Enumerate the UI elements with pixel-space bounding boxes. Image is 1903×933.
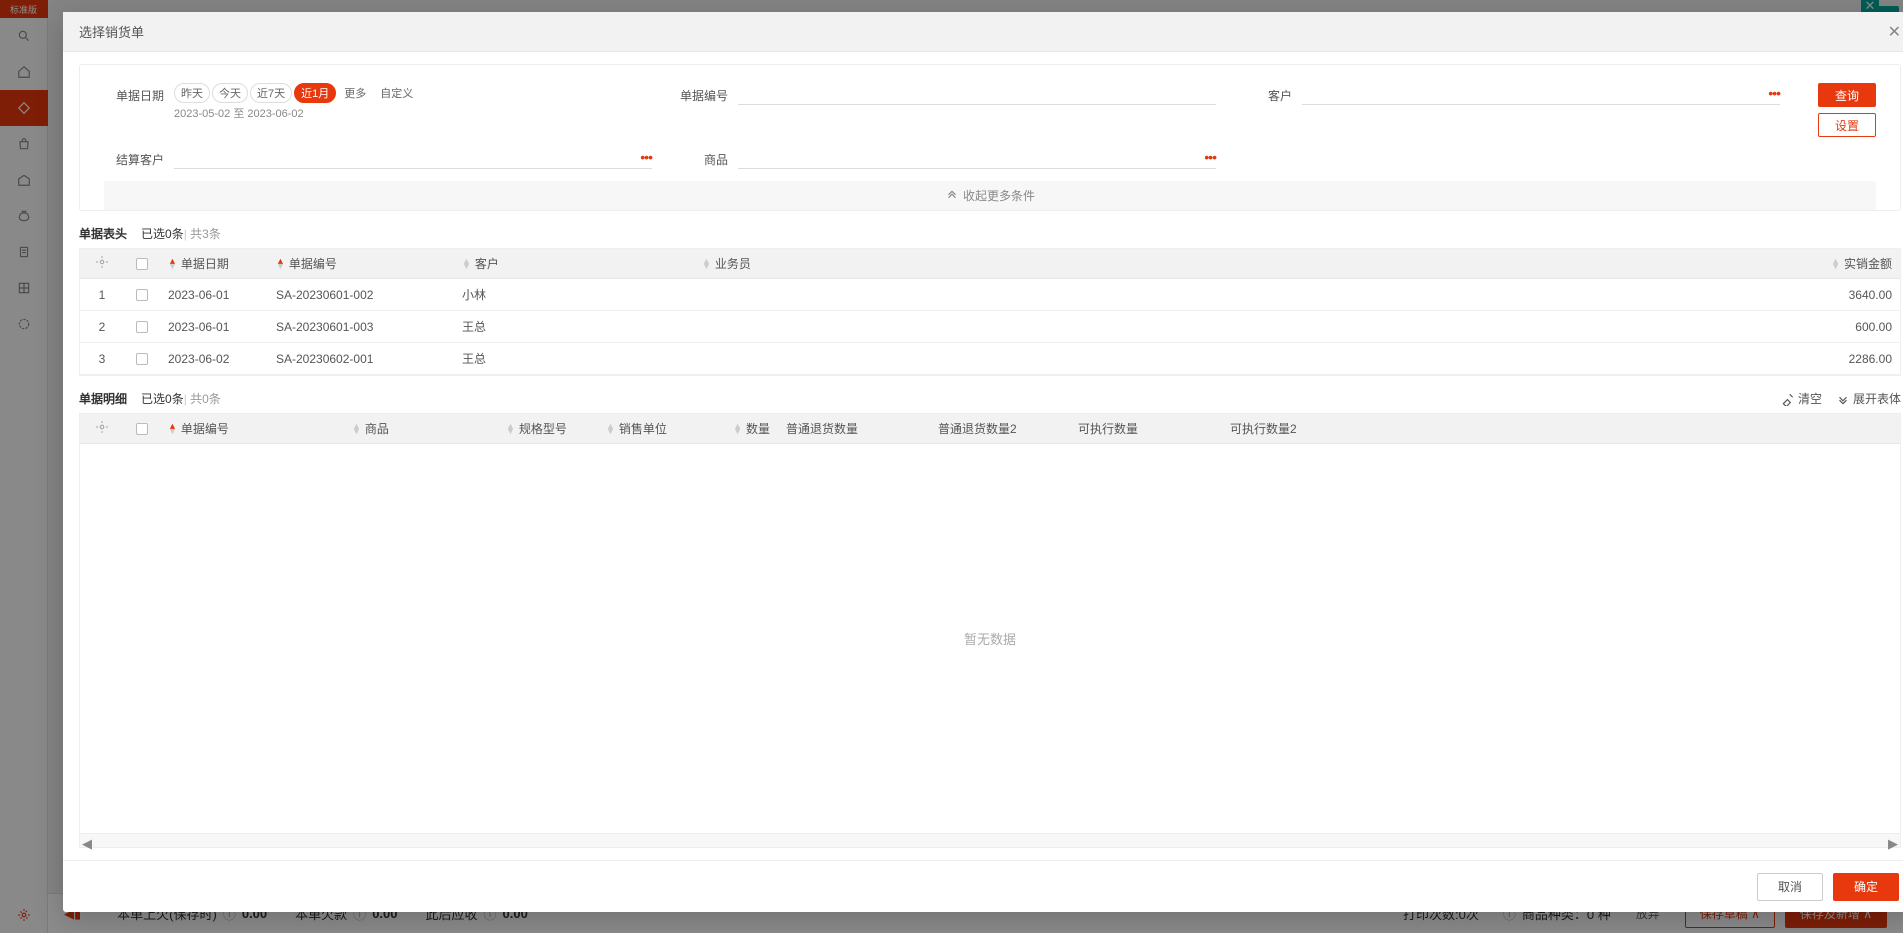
modal-footer: 取消 确定: [63, 860, 1903, 912]
product-more-icon[interactable]: •••: [1204, 149, 1216, 165]
date-preset-7days[interactable]: 近7天: [250, 83, 292, 103]
filter-customer: 客户 •••: [1232, 83, 1780, 105]
header-section-title: 单据表头 已选0条 共3条: [79, 225, 1901, 242]
cell-amount: 3640.00: [1804, 288, 1900, 302]
date-preset-1month[interactable]: 近1月: [294, 83, 336, 103]
col-amount[interactable]: ▲▼实销金额: [1804, 255, 1900, 272]
date-preset-today[interactable]: 今天: [212, 83, 248, 103]
row-index: 3: [80, 352, 124, 366]
expand-icon: [1836, 392, 1850, 406]
dcol-spec[interactable]: ▲▼规格型号: [498, 420, 598, 437]
detail-table-head: ▲▼单据编号 ▲▼商品 ▲▼规格型号 ▲▼销售单位 ▲▼数量 普通退货数量 普通…: [80, 414, 1900, 444]
modal-title: 选择销货单: [79, 22, 144, 41]
cell-amount: 2286.00: [1804, 352, 1900, 366]
row-checkbox[interactable]: [136, 353, 148, 365]
row-checkbox[interactable]: [136, 289, 148, 301]
cell-no: SA-20230601-003: [268, 320, 454, 334]
date-range-display: 2023-05-02 至 2023-06-02: [174, 105, 652, 121]
filter-date: 单据日期 昨天 今天 近7天 近1月 更多 自定义 2023-05-02 至 2…: [104, 83, 652, 121]
filter-panel: 单据日期 昨天 今天 近7天 近1月 更多 自定义 2023-05-02 至 2…: [79, 64, 1901, 211]
date-preset-more[interactable]: 更多: [338, 83, 372, 103]
filter-settlement-customer: 结算客户 •••: [104, 147, 652, 169]
expand-detail-button[interactable]: 展开表体: [1836, 390, 1901, 407]
dcol-unit[interactable]: ▲▼销售单位: [598, 420, 678, 437]
cell-date: 2023-06-02: [160, 352, 268, 366]
product-input[interactable]: [738, 147, 1216, 169]
date-preset-yesterday[interactable]: 昨天: [174, 83, 210, 103]
header-table: ▲▼单据日期 ▲▼单据编号 ▲▼客户 ▲▼业务员 ▲▼实销金额 1 2023-06…: [79, 248, 1901, 376]
chevron-up-icon: [945, 189, 959, 203]
detail-hscrollbar[interactable]: ◀ ▶: [80, 833, 1900, 847]
customer-input[interactable]: [1302, 83, 1780, 105]
modal-header: 选择销货单 ✕: [63, 12, 1903, 52]
cell-customer: 小林: [454, 286, 694, 303]
dcol-product[interactable]: ▲▼商品: [344, 420, 498, 437]
select-sales-order-modal: 选择销货单 ✕ 单据日期 昨天 今天 近7天 近1月 更多 自定义: [63, 12, 1903, 912]
cell-no: SA-20230602-001: [268, 352, 454, 366]
cell-customer: 王总: [454, 350, 694, 367]
modal-close-button[interactable]: ✕: [1888, 22, 1901, 42]
table-row[interactable]: 2 2023-06-01SA-20230601-003王总 600.00: [80, 311, 1900, 343]
dcol-return[interactable]: 普通退货数量: [778, 420, 930, 437]
row-index: 1: [80, 288, 124, 302]
clear-detail-button[interactable]: 清空: [1781, 390, 1822, 407]
confirm-button[interactable]: 确定: [1833, 873, 1899, 901]
gear-icon: [95, 255, 109, 269]
dcol-return2[interactable]: 普通退货数量2: [930, 420, 1070, 437]
settlement-more-icon[interactable]: •••: [640, 149, 652, 165]
detail-select-all-checkbox[interactable]: [136, 423, 148, 435]
date-preset-custom[interactable]: 自定义: [374, 83, 419, 103]
customer-more-icon[interactable]: •••: [1768, 85, 1780, 101]
settlement-input[interactable]: [174, 147, 652, 169]
dcol-no[interactable]: ▲▼单据编号: [160, 420, 344, 437]
query-button[interactable]: 查询: [1818, 83, 1876, 107]
cell-no: SA-20230601-002: [268, 288, 454, 302]
detail-section-title: 单据明细 已选0条 共0条 清空 展开表体: [79, 390, 1901, 407]
cell-customer: 王总: [454, 318, 694, 335]
detail-table: ▲▼单据编号 ▲▼商品 ▲▼规格型号 ▲▼销售单位 ▲▼数量 普通退货数量 普通…: [79, 413, 1901, 848]
cell-date: 2023-06-01: [160, 288, 268, 302]
detail-empty-state: 暂无数据: [80, 444, 1900, 833]
cell-date: 2023-06-01: [160, 320, 268, 334]
collapse-filters-toggle[interactable]: 收起更多条件: [104, 181, 1876, 210]
settings-button[interactable]: 设置: [1818, 113, 1876, 137]
broom-icon: [1781, 392, 1795, 406]
scroll-left-icon: ◀: [82, 836, 92, 846]
row-index: 2: [80, 320, 124, 334]
filter-product: 商品 •••: [668, 147, 1216, 169]
col-no[interactable]: ▲▼单据编号: [268, 255, 454, 272]
scroll-right-icon: ▶: [1888, 836, 1898, 846]
table-row[interactable]: 1 2023-06-01SA-20230601-002小林 3640.00: [80, 279, 1900, 311]
dcol-qty[interactable]: ▲▼数量: [678, 420, 778, 437]
dcol-exec[interactable]: 可执行数量: [1070, 420, 1222, 437]
col-customer[interactable]: ▲▼客户: [454, 255, 694, 272]
header-gear-icon[interactable]: [95, 255, 109, 272]
header-table-head: ▲▼单据日期 ▲▼单据编号 ▲▼客户 ▲▼业务员 ▲▼实销金额: [80, 249, 1900, 279]
cancel-button[interactable]: 取消: [1757, 873, 1823, 901]
cell-amount: 600.00: [1804, 320, 1900, 334]
dcol-exec2[interactable]: 可执行数量2: [1222, 420, 1374, 437]
header-select-all-checkbox[interactable]: [136, 258, 148, 270]
table-row[interactable]: 3 2023-06-02SA-20230602-001王总 2286.00: [80, 343, 1900, 375]
row-checkbox[interactable]: [136, 321, 148, 333]
col-date[interactable]: ▲▼单据日期: [160, 255, 268, 272]
doc-no-input[interactable]: [738, 83, 1216, 105]
detail-gear-icon[interactable]: [95, 420, 109, 437]
col-salesperson[interactable]: ▲▼业务员: [694, 255, 804, 272]
filter-doc-no: 单据编号: [668, 83, 1216, 105]
gear-icon: [95, 420, 109, 434]
